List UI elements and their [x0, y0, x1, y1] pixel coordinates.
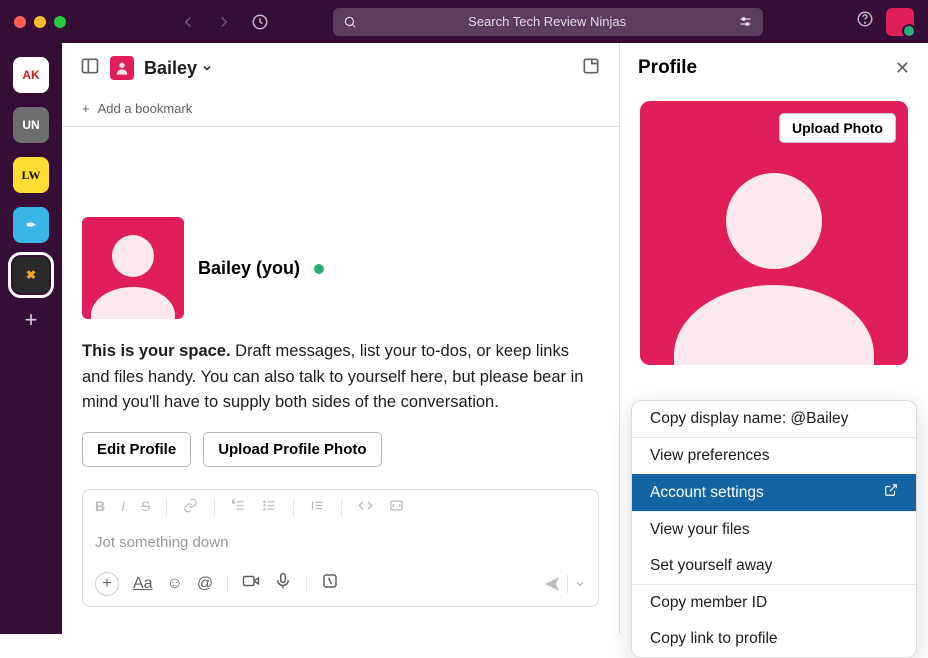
svg-text:1: 1: [233, 499, 236, 504]
add-bookmark[interactable]: + Add a bookmark: [62, 93, 619, 127]
intro-strong: This is your space.: [82, 342, 231, 360]
profile-title: Profile: [638, 57, 697, 79]
bold-icon[interactable]: B: [95, 498, 105, 516]
format-toolbar: B I S 1: [83, 490, 598, 524]
menu-account-settings[interactable]: Account settings: [632, 474, 916, 511]
nav-forward[interactable]: [210, 8, 238, 36]
user-display-name: Bailey (you): [198, 258, 300, 278]
mention-icon[interactable]: @: [197, 575, 213, 593]
menu-view-files[interactable]: View your files: [632, 512, 916, 548]
workspace-item[interactable]: UN: [13, 107, 49, 143]
menu-copy-member-id[interactable]: Copy member ID: [632, 585, 916, 621]
mic-icon[interactable]: [274, 572, 292, 595]
channel-name-text: Bailey: [144, 58, 197, 79]
menu-copy-display-name[interactable]: Copy display name: @Bailey: [632, 401, 916, 437]
titlebar: Search Tech Review Ninjas: [0, 0, 928, 43]
upload-photo-button[interactable]: Upload Photo: [779, 113, 896, 143]
channel-name[interactable]: Bailey: [144, 58, 213, 79]
send-button[interactable]: [543, 575, 586, 593]
emoji-icon[interactable]: ☺: [167, 575, 183, 593]
profile-photo: Upload Photo: [640, 101, 908, 365]
workspace-item[interactable]: ✖: [13, 257, 49, 293]
chevron-down-icon: [201, 62, 213, 74]
chevron-down-icon: [574, 578, 586, 590]
composer-footer: + Aa ☺ @: [83, 566, 598, 606]
strikethrough-icon[interactable]: S: [141, 498, 150, 516]
filter-icon[interactable]: [738, 14, 753, 29]
split-view-icon[interactable]: [80, 56, 100, 81]
search-input[interactable]: Search Tech Review Ninjas: [333, 8, 763, 36]
search-icon: [343, 15, 357, 29]
canvas-icon[interactable]: [581, 56, 601, 81]
workspace-item[interactable]: LW: [13, 157, 49, 193]
ordered-list-icon[interactable]: 1: [231, 498, 246, 516]
search-placeholder: Search Tech Review Ninjas: [365, 14, 730, 29]
shortcuts-icon[interactable]: [321, 572, 339, 595]
plus-icon: +: [82, 101, 90, 116]
workspace-rail: AK UN LW ✒ ✖ +: [0, 43, 62, 634]
menu-view-preferences[interactable]: View preferences: [632, 438, 916, 474]
close-window[interactable]: [14, 16, 26, 28]
link-icon[interactable]: [183, 498, 198, 516]
edit-profile-button[interactable]: Edit Profile: [82, 432, 191, 467]
self-avatar: [82, 217, 184, 319]
menu-copy-link[interactable]: Copy link to profile: [632, 621, 916, 657]
user-avatar[interactable]: [886, 8, 914, 36]
menu-label: Account settings: [650, 484, 764, 502]
window-controls: [14, 16, 66, 28]
upload-profile-photo-button[interactable]: Upload Profile Photo: [203, 432, 381, 467]
external-link-icon: [884, 483, 898, 502]
menu-set-away[interactable]: Set yourself away: [632, 548, 916, 584]
bullet-list-icon[interactable]: [262, 498, 277, 516]
message-composer: B I S 1 Jot something down +: [82, 489, 599, 607]
workspace-item[interactable]: AK: [13, 57, 49, 93]
nav-back[interactable]: [174, 8, 202, 36]
attach-icon[interactable]: +: [95, 572, 119, 596]
bookmark-label: Add a bookmark: [98, 101, 193, 116]
code-icon[interactable]: [358, 498, 373, 516]
history-icon[interactable]: [246, 8, 274, 36]
minimize-window[interactable]: [34, 16, 46, 28]
status-online-icon: [314, 264, 324, 274]
format-icon[interactable]: Aa: [133, 575, 153, 593]
channel-avatar: [110, 56, 134, 80]
italic-icon[interactable]: I: [121, 498, 125, 516]
video-icon[interactable]: [242, 572, 260, 595]
main-panel: Bailey + Add a bookmark Bailey (you) Thi…: [62, 43, 620, 634]
profile-panel: Profile ✕ Upload Photo Copy display name…: [620, 43, 928, 634]
channel-header: Bailey: [62, 43, 619, 93]
add-workspace[interactable]: +: [25, 307, 38, 333]
close-icon[interactable]: ✕: [895, 58, 910, 79]
workspace-item[interactable]: ✒: [13, 207, 49, 243]
help-icon[interactable]: [856, 10, 874, 33]
codeblock-icon[interactable]: [389, 498, 404, 516]
blockquote-icon[interactable]: [310, 498, 325, 516]
profile-context-menu: Copy display name: @Bailey View preferen…: [631, 400, 917, 658]
maximize-window[interactable]: [54, 16, 66, 28]
space-description: This is your space. Draft messages, list…: [82, 339, 599, 416]
composer-input[interactable]: Jot something down: [83, 524, 598, 566]
